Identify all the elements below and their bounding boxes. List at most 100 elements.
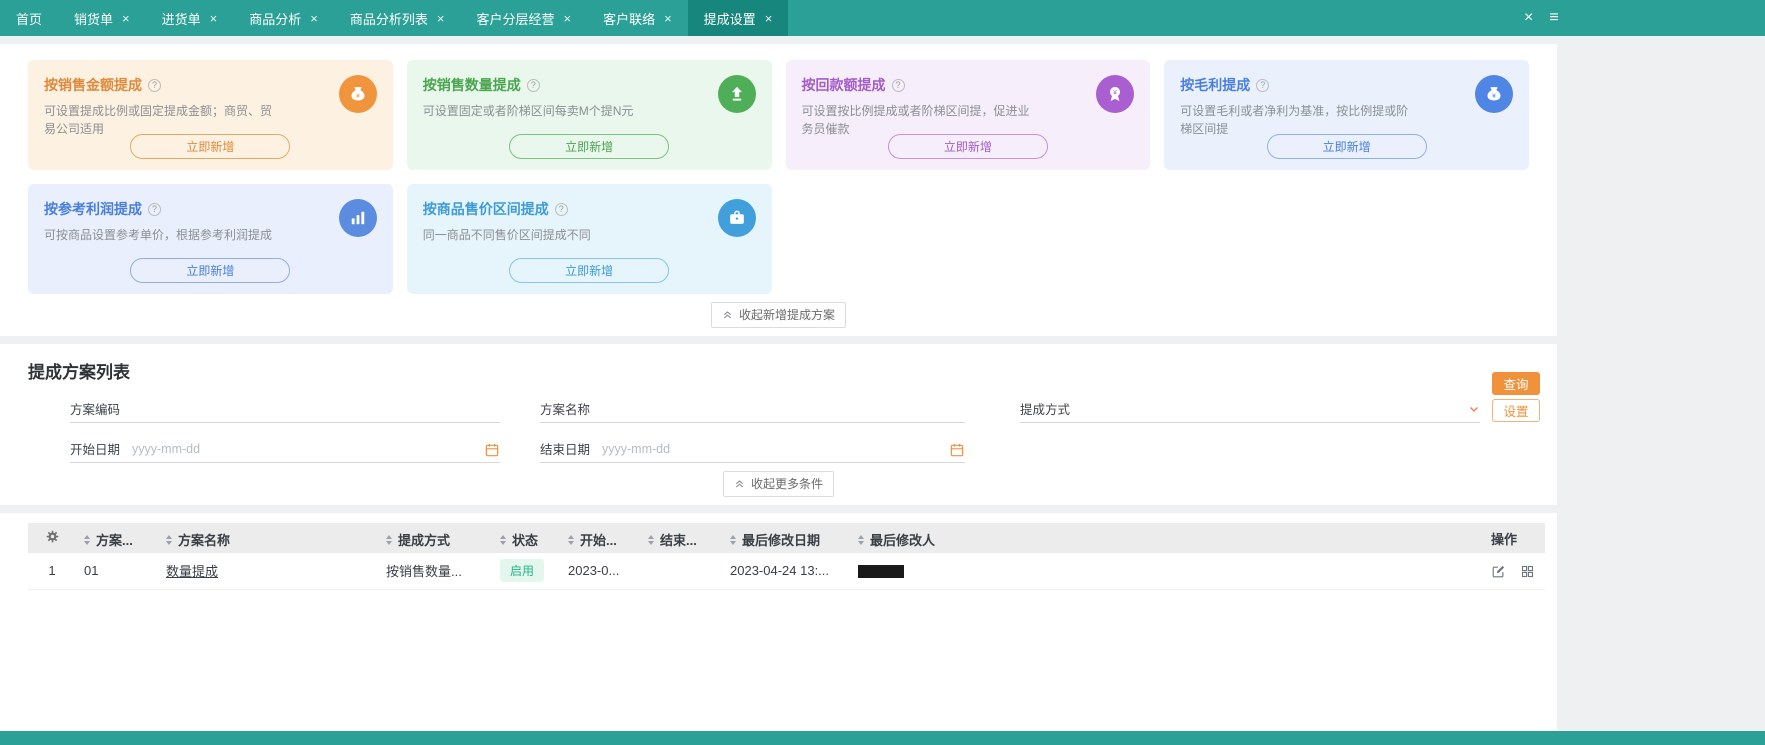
filter-label: 方案名称 [540, 403, 591, 417]
tab-customer-contact[interactable]: 客户联络 × [587, 0, 688, 36]
col-header-plan-name[interactable]: 方案名称 [158, 523, 378, 553]
card-description: 可设置固定或者阶梯区间每卖M个提N元 [422, 104, 634, 118]
collapse-label: 收起更多条件 [750, 477, 823, 491]
close-icon[interactable]: × [210, 12, 218, 25]
add-now-button[interactable]: 立即新增 [509, 258, 670, 283]
card-sales-amount-commission: 按销售金额提成 ? 可设置提成比例或固定提成金额；商贸、贸易公司适用 ¥ 立即新… [28, 60, 393, 170]
card-description: 可设置毛利或者净利为基准，按比例提或阶梯区间提 [1180, 104, 1409, 136]
close-icon[interactable]: × [765, 12, 773, 25]
sort-icon[interactable] [648, 534, 654, 545]
tab-label: 商品分析 [249, 11, 302, 27]
tab-product-analysis[interactable]: 商品分析 × [233, 0, 334, 36]
card-gross-profit-commission: 按毛利提成 ? 可设置毛利或者净利为基准，按比例提或阶梯区间提 ¥ 立即新增 [1164, 60, 1529, 170]
filter-plan-name: 方案名称 [540, 399, 965, 423]
col-header-actions: 操作 [1483, 523, 1545, 553]
add-now-button[interactable]: 立即新增 [509, 134, 670, 159]
chart-icon [338, 199, 377, 237]
sort-icon[interactable] [386, 534, 392, 545]
card-title: 按销售数量提成 ? [423, 75, 756, 95]
help-icon[interactable]: ? [148, 202, 161, 216]
filter-label: 结束日期 [540, 443, 591, 457]
plan-code-input[interactable] [132, 400, 500, 418]
settings-button[interactable]: 设置 [1492, 399, 1540, 422]
close-icon[interactable]: × [563, 12, 571, 25]
status-cell: 启用 [492, 553, 560, 590]
close-icon[interactable]: × [664, 12, 672, 25]
sort-icon[interactable] [500, 534, 506, 545]
col-header-method[interactable]: 提成方式 [378, 523, 492, 553]
filter-label: 开始日期 [70, 443, 121, 457]
plan-name-cell: 数量提成 [158, 553, 378, 590]
table-row[interactable]: 1 01 数量提成 按销售数量... 启用 2023-0... 2023-04-… [28, 553, 1545, 590]
close-all-tabs-icon[interactable]: × [1524, 10, 1533, 26]
tab-label: 商品分析列表 [349, 11, 428, 27]
tab-menu-icon[interactable]: ≡ [1549, 10, 1558, 26]
close-icon[interactable]: × [310, 12, 318, 25]
help-icon[interactable]: ? [891, 78, 905, 92]
filter-plan-code: 方案编码 [70, 399, 500, 423]
calendar-icon[interactable] [484, 442, 500, 458]
col-header-start-date[interactable]: 开始... [560, 523, 640, 553]
sort-icon[interactable] [166, 534, 172, 545]
card-title-text: 按回款额提成 [801, 77, 886, 93]
tab-sales-order[interactable]: 销货单 × [58, 0, 146, 36]
redacted-modified-by [858, 565, 904, 579]
column-settings-header[interactable] [28, 523, 76, 553]
more-actions-icon[interactable] [1520, 564, 1535, 579]
card-reference-profit-commission: 按参考利润提成 ? 可按商品设置参考单价，根据参考利润提成 立即新增 [28, 184, 393, 294]
card-description: 可设置提成比例或固定提成金额；商贸、贸易公司适用 [44, 104, 273, 136]
help-icon[interactable]: ? [1256, 78, 1270, 92]
edit-icon[interactable] [1491, 564, 1506, 579]
tab-label: 首页 [16, 11, 43, 27]
card-price-range-commission: 按商品售价区间提成 ? 同一商品不同售价区间提成不同 立即新增 [406, 184, 772, 294]
plans-table: 方案... 方案名称 提成方式 状态 开始... 结束... 最后修改日期 最后… [28, 523, 1545, 590]
end-date-cell [640, 553, 722, 590]
sort-icon[interactable] [568, 534, 574, 545]
plan-name-input[interactable] [602, 400, 965, 418]
help-icon[interactable]: ? [148, 78, 161, 92]
sort-icon[interactable] [858, 534, 864, 545]
col-header-plan-code[interactable]: 方案... [76, 523, 158, 553]
add-now-button[interactable]: 立即新增 [130, 134, 291, 159]
card-title-text: 按商品售价区间提成 [422, 201, 549, 217]
help-icon[interactable]: ? [554, 202, 568, 216]
tab-home[interactable]: 首页 [0, 0, 58, 36]
card-title: 按回款额提成 ? [802, 75, 1135, 95]
card-title: 按销售金额提成 ? [44, 75, 377, 95]
collapse-label: 收起新增提成方案 [738, 308, 835, 322]
collapse-new-plans-button[interactable]: 收起新增提成方案 [710, 302, 846, 328]
sort-icon[interactable] [84, 534, 90, 545]
row-index-cell: 1 [28, 553, 76, 590]
double-chevron-up-icon [735, 480, 744, 488]
col-header-end-date[interactable]: 结束... [640, 523, 722, 553]
tab-customer-tiering[interactable]: 客户分层经营 × [460, 0, 587, 36]
search-button[interactable]: 查询 [1492, 372, 1540, 395]
col-header-modified-by[interactable]: 最后修改人 [850, 523, 1483, 553]
sort-icon[interactable] [730, 534, 736, 545]
col-header-status[interactable]: 状态 [492, 523, 560, 553]
col-header-modified-date[interactable]: 最后修改日期 [722, 523, 850, 553]
calendar-icon[interactable] [949, 442, 965, 458]
tabbar-actions: × ≡ [1524, 0, 1559, 36]
double-chevron-up-icon [723, 311, 732, 319]
help-icon[interactable]: ? [526, 78, 540, 92]
commission-method-select[interactable] [1082, 400, 1480, 418]
tab-purchase-order[interactable]: 进货单 × [146, 0, 234, 36]
svg-text:¥: ¥ [356, 93, 360, 100]
tab-product-analysis-list[interactable]: 商品分析列表 × [334, 0, 461, 36]
card-title-text: 按销售金额提成 [44, 77, 142, 93]
add-now-button[interactable]: 立即新增 [130, 258, 291, 283]
add-now-button[interactable]: 立即新增 [1266, 134, 1427, 159]
tab-commission-settings[interactable]: 提成设置 × [687, 0, 789, 36]
close-icon[interactable]: × [122, 12, 130, 25]
add-now-button[interactable]: 立即新增 [887, 134, 1048, 159]
collapse-more-filters-button[interactable]: 收起更多条件 [722, 471, 834, 497]
plan-name-link[interactable]: 数量提成 [166, 564, 218, 579]
plan-list-section: 提成方案列表 方案编码 方案名称 提成方式 开始日期 yyyy-mm-dd 结束… [0, 344, 1557, 505]
close-icon[interactable]: × [437, 12, 445, 25]
filter-label: 提成方式 [1020, 403, 1071, 417]
card-title-text: 按毛利提成 [1180, 77, 1251, 93]
bottom-theme-bar [0, 731, 1765, 745]
end-date-input[interactable] [602, 440, 949, 458]
start-date-input[interactable] [132, 440, 484, 458]
